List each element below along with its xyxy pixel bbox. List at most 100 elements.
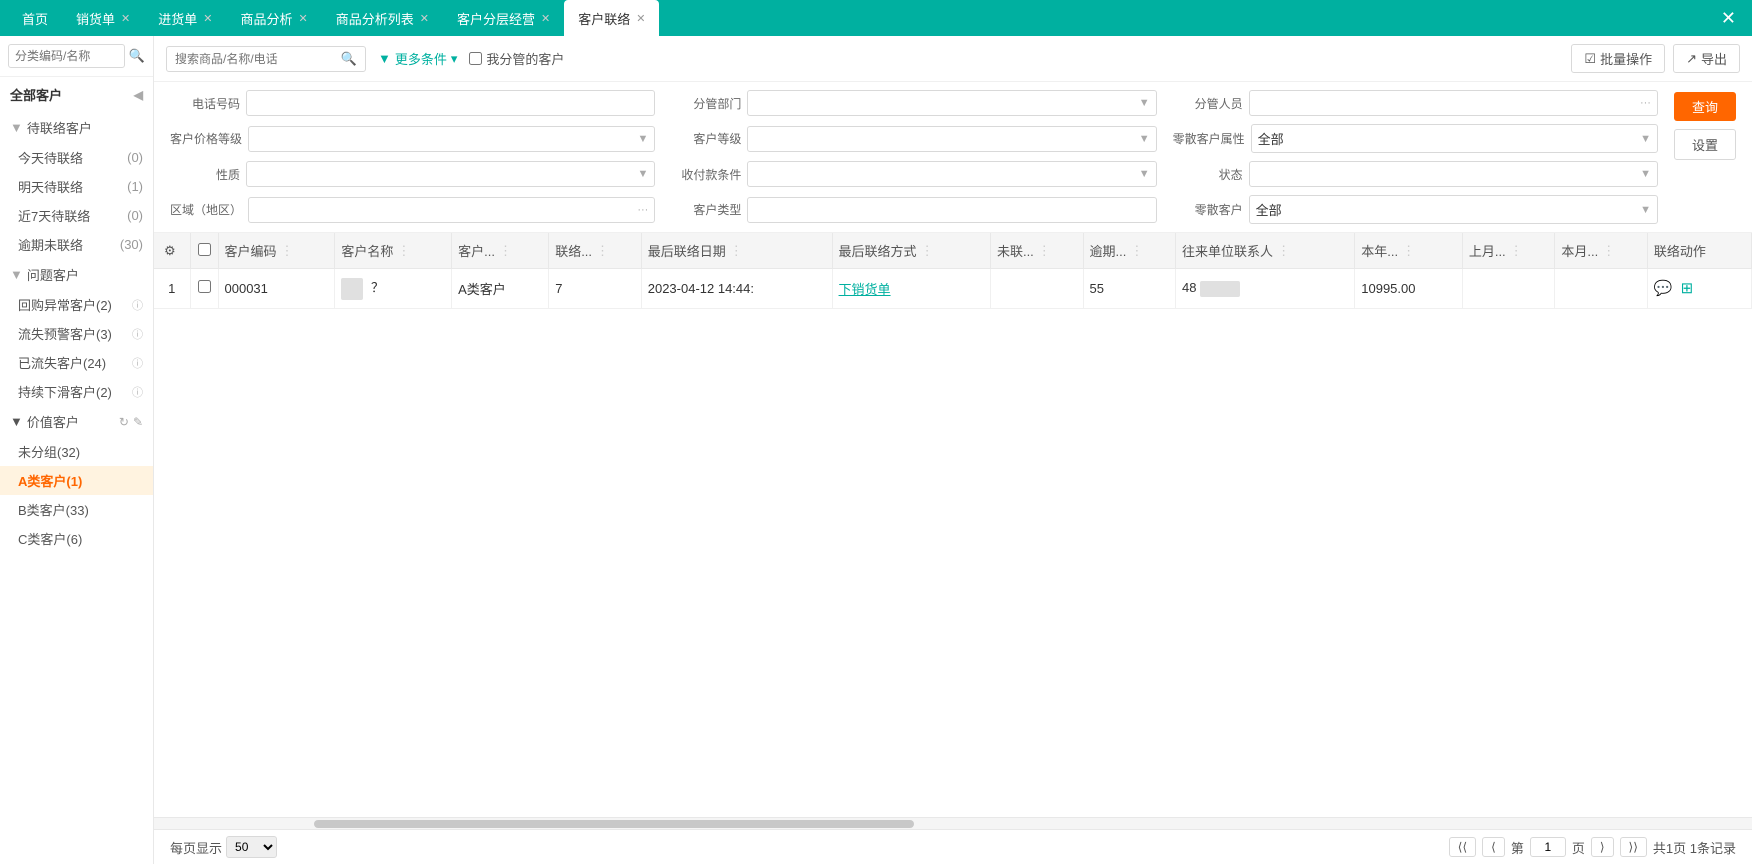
col-resize-3[interactable]: ⋮: [499, 243, 503, 259]
filter-customer-level-select[interactable]: ▼: [747, 126, 1156, 152]
avatar: [341, 278, 363, 300]
sidebar-item-churned[interactable]: 已流失客户(24) ⓘ: [0, 348, 153, 377]
col-resize-6[interactable]: ⋮: [921, 243, 925, 259]
row-this-year: 10995.00: [1355, 269, 1463, 309]
next-page-btn[interactable]: ⟩: [1591, 837, 1614, 857]
col-resize-5[interactable]: ⋮: [730, 243, 734, 259]
contact-group-header[interactable]: ▼ 待联络客户: [0, 112, 153, 143]
close-tab-4[interactable]: ✕: [541, 12, 550, 25]
nav-tab-0[interactable]: 销货单 ✕: [62, 0, 144, 36]
col-resize-12[interactable]: ⋮: [1602, 243, 1606, 259]
close-all-tabs[interactable]: ✕: [1713, 8, 1744, 29]
nav-tab-2[interactable]: 商品分析 ✕: [226, 0, 321, 36]
sidebar-item-a-class[interactable]: A类客户(1): [0, 466, 153, 495]
sidebar-item-churn-warning[interactable]: 流失预警客户(3) ⓘ: [0, 319, 153, 348]
filter-nature-select[interactable]: ▼: [246, 161, 655, 187]
sidebar-item-c-class[interactable]: C类客户(6): [0, 524, 153, 553]
nav-tab-1[interactable]: 进货单 ✕: [144, 0, 226, 36]
chat-icon[interactable]: 💬: [1654, 279, 1673, 297]
row-code: 000031: [218, 269, 335, 309]
row-checkbox[interactable]: [198, 280, 211, 293]
last-page-btn[interactable]: ⟩⟩: [1620, 837, 1647, 857]
sidebar-item-repurchase-abnormal[interactable]: 回购异常客户(2) ⓘ: [0, 290, 153, 319]
nav-home[interactable]: 首页: [8, 0, 62, 36]
filter-retail-attr-select[interactable]: 全部 ▼: [1251, 124, 1658, 153]
col-resize-8[interactable]: ⋮: [1130, 243, 1134, 259]
nav-tab-5[interactable]: 客户联络 ✕: [564, 0, 659, 36]
filter-person-select[interactable]: ···: [1249, 90, 1658, 116]
sidebar-item-tomorrow-contact[interactable]: 明天待联络 (1): [0, 172, 153, 201]
sidebar-search-icon[interactable]: 🔍: [129, 48, 145, 64]
filter-row-person: 分管人员 ···: [1173, 90, 1658, 116]
horizontal-scrollbar[interactable]: [154, 817, 1752, 829]
query-button[interactable]: 查询: [1674, 92, 1736, 121]
ellipsis-icon: ···: [1640, 97, 1651, 109]
sidebar-item-b-class[interactable]: B类客户(33): [0, 495, 153, 524]
col-settings[interactable]: ⚙: [154, 233, 190, 269]
page-input[interactable]: [1530, 837, 1566, 857]
sidebar-search-input[interactable]: [8, 44, 125, 68]
batch-op-btn[interactable]: ☑ 批量操作: [1571, 44, 1665, 73]
col-resize-7[interactable]: ⋮: [1038, 243, 1042, 259]
col-resize-9[interactable]: ⋮: [1277, 243, 1281, 259]
settings-icon[interactable]: ⚙: [164, 243, 176, 258]
close-tab-1[interactable]: ✕: [203, 12, 212, 25]
contact-person-avatar: [1200, 281, 1240, 297]
filter-dept-select[interactable]: ▼: [747, 90, 1156, 116]
nav-tab-4[interactable]: 客户分层经营 ✕: [443, 0, 564, 36]
filter-row-retail: 零散客户 全部 ▼: [1173, 195, 1658, 224]
nav-tab-3[interactable]: 商品分析列表 ✕: [322, 0, 443, 36]
first-page-btn[interactable]: ⟨⟨: [1449, 837, 1476, 857]
row-name[interactable]: ？: [335, 269, 452, 309]
close-tab-2[interactable]: ✕: [299, 12, 308, 25]
filter-status-select[interactable]: ▼: [1249, 161, 1658, 187]
col-resize-10[interactable]: ⋮: [1402, 243, 1406, 259]
scrollbar-thumb[interactable]: [314, 820, 914, 828]
filter-search-input[interactable]: [175, 52, 341, 66]
value-refresh-icon[interactable]: ↻: [119, 415, 129, 429]
col-resize-11[interactable]: ⋮: [1510, 243, 1514, 259]
filter-row-customer-type: 客户类型: [671, 195, 1156, 224]
settings-button[interactable]: 设置: [1674, 129, 1736, 160]
info-icon-3: ⓘ: [132, 355, 143, 371]
close-tab-5[interactable]: ✕: [636, 12, 645, 25]
col-resize-2[interactable]: ⋮: [397, 243, 401, 259]
filter-retail-select[interactable]: 全部 ▼: [1249, 195, 1658, 224]
info-icon-4: ⓘ: [132, 384, 143, 400]
select-all-checkbox[interactable]: [198, 243, 211, 256]
per-page-select[interactable]: 50 20 100: [226, 836, 277, 858]
row-overdue: 55: [1083, 269, 1176, 309]
sidebar-item-today-contact[interactable]: 今天待联络 (0): [0, 143, 153, 172]
close-tab-3[interactable]: ✕: [420, 12, 429, 25]
all-customers-title[interactable]: 全部客户 ◀: [0, 77, 153, 112]
row-last-contact-method[interactable]: 下销货单: [832, 269, 990, 309]
sidebar-search-area: 🔍: [0, 36, 153, 77]
filter-more-btn[interactable]: ▼ 更多条件 ▾: [378, 49, 457, 68]
col-resize-1[interactable]: ⋮: [281, 243, 285, 259]
prev-page-btn[interactable]: ⟨: [1482, 837, 1505, 857]
problem-group-header[interactable]: ▼ 问题客户: [0, 259, 153, 290]
filter-price-level-select[interactable]: ▼: [248, 126, 655, 152]
sidebar-item-overdue-contact[interactable]: 逾期未联络 (30): [0, 230, 153, 259]
filter-search-box[interactable]: 🔍: [166, 46, 366, 72]
col-resize-4[interactable]: ⋮: [596, 243, 600, 259]
value-edit-icon[interactable]: ✎: [133, 415, 143, 429]
sidebar: 🔍 全部客户 ◀ ▼ 待联络客户 今天待联络 (0) 明天待联络 (1) 近7天…: [0, 36, 154, 864]
col-last-contact-date: 最后联络日期 ⋮: [641, 233, 832, 269]
filter-phone-input[interactable]: [246, 90, 655, 116]
filter-search-icon[interactable]: 🔍: [341, 51, 357, 67]
sidebar-item-unclassified[interactable]: 未分组(32): [0, 437, 153, 466]
filter-customer-type-select[interactable]: [747, 197, 1156, 223]
sidebar-item-declining[interactable]: 持续下滑客户(2) ⓘ: [0, 377, 153, 406]
export-btn[interactable]: ↗ 导出: [1673, 44, 1740, 73]
grid-icon[interactable]: ⊞: [1681, 279, 1694, 297]
col-checkbox: [190, 233, 218, 269]
close-tab-0[interactable]: ✕: [121, 12, 130, 25]
info-icon-1: ⓘ: [132, 297, 143, 313]
pagination: ⟨⟨ ⟨ 第 页 ⟩ ⟩⟩ 共1页 1条记录: [1449, 837, 1736, 857]
my-customers-check[interactable]: [469, 52, 482, 65]
filter-payment-select[interactable]: ▼: [747, 161, 1156, 187]
collapse-icon: ◀: [134, 88, 143, 102]
sidebar-item-7days-contact[interactable]: 近7天待联络 (0): [0, 201, 153, 230]
filter-region-select[interactable]: ···: [248, 197, 655, 223]
